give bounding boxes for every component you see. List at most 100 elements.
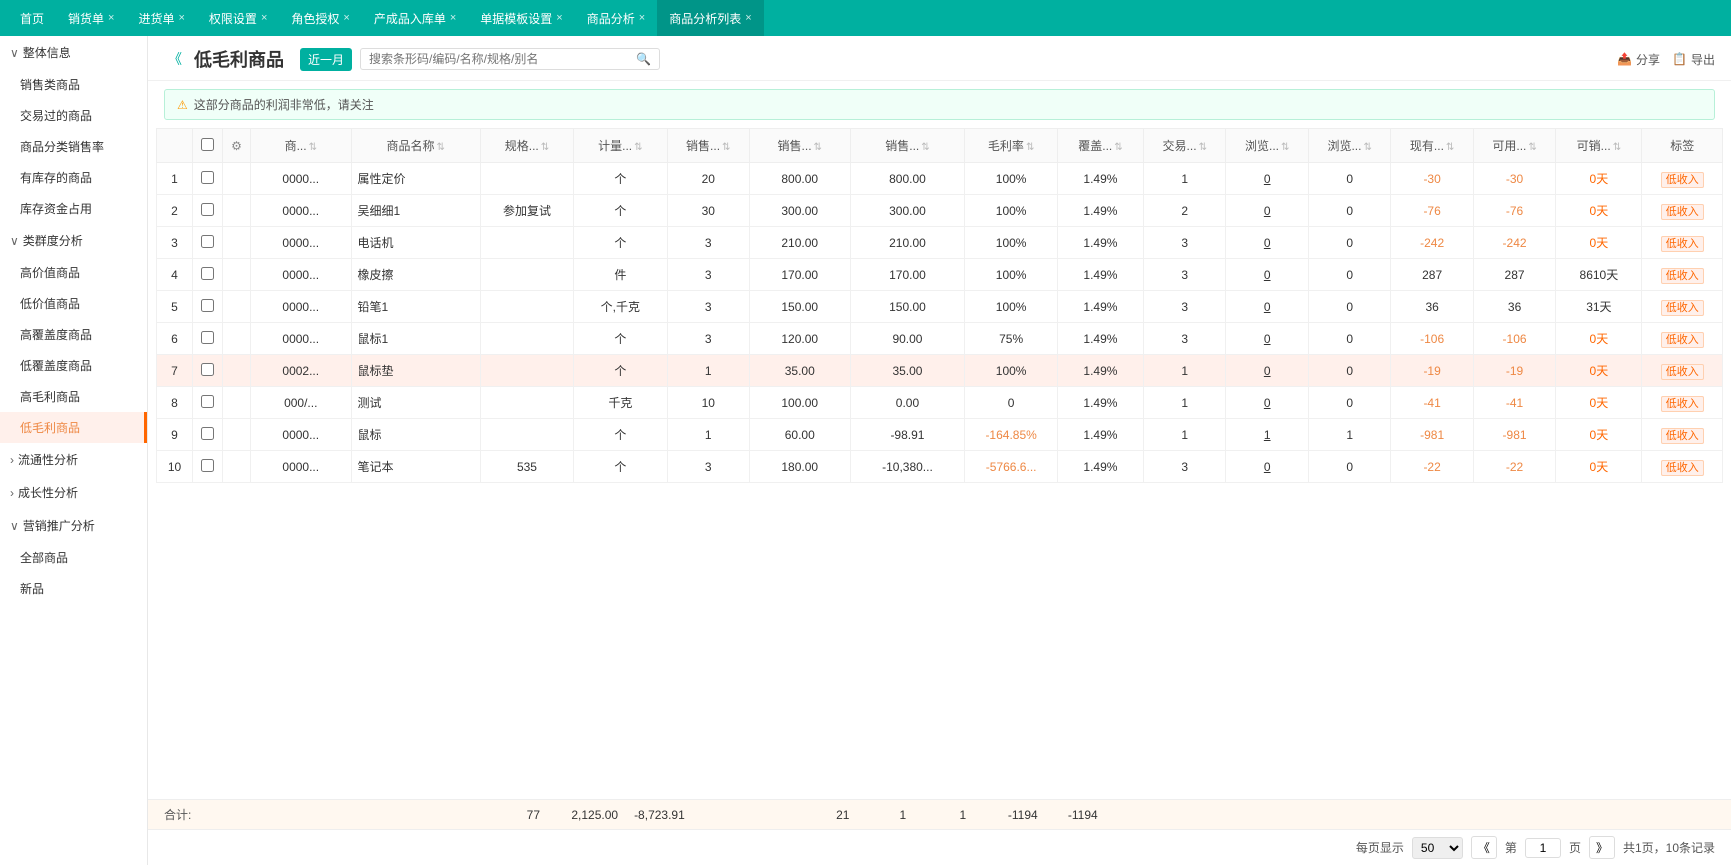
cell-views1[interactable]: 0 xyxy=(1226,291,1308,323)
search-icon[interactable]: 🔍 xyxy=(636,52,651,66)
cell-check[interactable] xyxy=(193,195,223,227)
cell-qty: 3 xyxy=(667,227,749,259)
page-number-input[interactable] xyxy=(1525,838,1561,858)
cell-views1[interactable]: 0 xyxy=(1226,227,1308,259)
sidebar-item-traded-products[interactable]: 交易过的商品 xyxy=(0,100,147,131)
cell-check[interactable] xyxy=(193,419,223,451)
cell-check[interactable] xyxy=(193,291,223,323)
next-page-button[interactable]: 》 xyxy=(1589,836,1615,859)
table-container[interactable]: ⚙ 商...⇅ 商品名称⇅ 规格...⇅ 计量...⇅ 销售...⇅ 销售...… xyxy=(148,128,1731,799)
col-views2[interactable]: 浏览...⇅ xyxy=(1308,129,1390,163)
nav-close-icon[interactable]: × xyxy=(556,12,562,24)
cell-views1[interactable]: 0 xyxy=(1226,451,1308,483)
nav-item-purchase[interactable]: 进货单 × xyxy=(126,0,196,36)
nav-item-sales[interactable]: 销货单 × xyxy=(56,0,126,36)
col-views1[interactable]: 浏览...⇅ xyxy=(1226,129,1308,163)
sidebar-item-stock-capital[interactable]: 库存资金占用 xyxy=(0,193,147,224)
sidebar-item-category-rate[interactable]: 商品分类销售率 xyxy=(0,131,147,162)
cell-views1[interactable]: 0 xyxy=(1226,387,1308,419)
col-code[interactable]: 商...⇅ xyxy=(251,129,352,163)
cell-price: 60.00 xyxy=(749,419,850,451)
sidebar-item-in-stock[interactable]: 有库存的商品 xyxy=(0,162,147,193)
table-row: 3 0000... 电话机 个 3 210.00 210.00 100% 1.4… xyxy=(157,227,1723,259)
cell-check[interactable] xyxy=(193,355,223,387)
sidebar-item-low-value[interactable]: 低价值商品 xyxy=(0,288,147,319)
nav-close-icon[interactable]: × xyxy=(450,12,456,24)
sidebar-item-sales-products[interactable]: 销售类商品 xyxy=(0,69,147,100)
sidebar-item-new-products[interactable]: 新品 xyxy=(0,573,147,604)
nav-item-product-entry[interactable]: 产成品入库单 × xyxy=(362,0,468,36)
sidebar-item-high-value[interactable]: 高价值商品 xyxy=(0,257,147,288)
sidebar-item-high-margin[interactable]: 高毛利商品 xyxy=(0,381,147,412)
cell-views1[interactable]: 0 xyxy=(1226,355,1308,387)
nav-item-permissions[interactable]: 权限设置 × xyxy=(197,0,279,36)
sidebar-item-all-products[interactable]: 全部商品 xyxy=(0,542,147,573)
period-button[interactable]: 近一月 xyxy=(300,48,352,71)
cell-check[interactable] xyxy=(193,227,223,259)
nav-close-icon[interactable]: × xyxy=(178,12,184,24)
nav-close-icon[interactable]: × xyxy=(639,12,645,24)
settings-icon[interactable]: ⚙ xyxy=(231,139,242,153)
cell-views1[interactable]: 0 xyxy=(1226,259,1308,291)
nav-item-role[interactable]: 角色授权 × xyxy=(279,0,361,36)
col-coverage[interactable]: 覆盖...⇅ xyxy=(1057,129,1143,163)
cell-views1[interactable]: 0 xyxy=(1226,195,1308,227)
sidebar-section-header-cluster[interactable]: ∨ 类群度分析 xyxy=(0,224,147,257)
page-size-label: 每页显示 xyxy=(1356,839,1404,856)
search-box[interactable]: 🔍 xyxy=(360,48,660,70)
cell-views1[interactable]: 0 xyxy=(1226,163,1308,195)
cell-unit: 个 xyxy=(574,323,667,355)
cell-views1[interactable]: 1 xyxy=(1226,419,1308,451)
col-settings[interactable]: ⚙ xyxy=(223,129,251,163)
col-tag[interactable]: 标签 xyxy=(1642,129,1723,163)
share-button[interactable]: 📤 分享 xyxy=(1617,51,1660,68)
prev-page-button[interactable]: 《 xyxy=(1471,836,1497,859)
collapse-sidebar-button[interactable]: 《 xyxy=(164,47,186,71)
nav-item-product-analysis[interactable]: 商品分析 × xyxy=(575,0,657,36)
nav-close-icon[interactable]: × xyxy=(261,12,267,24)
col-gross-rate[interactable]: 毛利率⇅ xyxy=(965,129,1057,163)
cell-check[interactable] xyxy=(193,259,223,291)
nav-close-icon[interactable]: × xyxy=(343,12,349,24)
cell-code: 0000... xyxy=(251,323,352,355)
col-price[interactable]: 销售...⇅ xyxy=(749,129,850,163)
col-unit[interactable]: 计量...⇅ xyxy=(574,129,667,163)
sidebar-section-header-growth[interactable]: › 成长性分析 xyxy=(0,476,147,509)
col-trades[interactable]: 交易...⇅ xyxy=(1144,129,1226,163)
cell-check[interactable] xyxy=(193,163,223,195)
search-input[interactable] xyxy=(369,52,636,66)
cell-seq: 8 xyxy=(157,387,193,419)
nav-close-icon[interactable]: × xyxy=(745,12,751,24)
sidebar-item-low-coverage[interactable]: 低覆盖度商品 xyxy=(0,350,147,381)
col-check[interactable] xyxy=(193,129,223,163)
total-pages-label: 共1页，10条记录 xyxy=(1623,839,1715,856)
export-button[interactable]: 📋 导出 xyxy=(1672,51,1715,68)
nav-close-icon[interactable]: × xyxy=(108,12,114,24)
cell-spec xyxy=(480,323,573,355)
cell-trades: 3 xyxy=(1144,451,1226,483)
col-name[interactable]: 商品名称⇅ xyxy=(351,129,480,163)
col-amount[interactable]: 销售...⇅ xyxy=(850,129,965,163)
nav-item-analysis-list[interactable]: 商品分析列表 × xyxy=(657,0,763,36)
col-available[interactable]: 可用...⇅ xyxy=(1473,129,1555,163)
sidebar-section-header-circulation[interactable]: › 流通性分析 xyxy=(0,443,147,476)
nav-item-template[interactable]: 单据模板设置 × xyxy=(468,0,574,36)
col-salable[interactable]: 可销...⇅ xyxy=(1556,129,1642,163)
nav-item-home[interactable]: 首页 xyxy=(8,0,56,36)
cell-check[interactable] xyxy=(193,387,223,419)
col-qty[interactable]: 销售...⇅ xyxy=(667,129,749,163)
cell-qty: 10 xyxy=(667,387,749,419)
notice-text: 这部分商品的利润非常低，请关注 xyxy=(194,96,374,113)
page-size-select[interactable]: 50 100 200 xyxy=(1412,837,1463,859)
col-spec[interactable]: 规格...⇅ xyxy=(480,129,573,163)
select-all-checkbox[interactable] xyxy=(201,138,214,151)
col-stock[interactable]: 现有...⇅ xyxy=(1391,129,1473,163)
cell-price: 100.00 xyxy=(749,387,850,419)
sidebar-section-header-overview[interactable]: ∨ 整体信息 xyxy=(0,36,147,69)
cell-check[interactable] xyxy=(193,323,223,355)
sidebar-item-low-margin[interactable]: 低毛利商品 xyxy=(0,412,147,443)
sidebar-section-header-marketing[interactable]: ∨ 营销推广分析 xyxy=(0,509,147,542)
cell-views1[interactable]: 0 xyxy=(1226,323,1308,355)
cell-check[interactable] xyxy=(193,451,223,483)
sidebar-item-high-coverage[interactable]: 高覆盖度商品 xyxy=(0,319,147,350)
